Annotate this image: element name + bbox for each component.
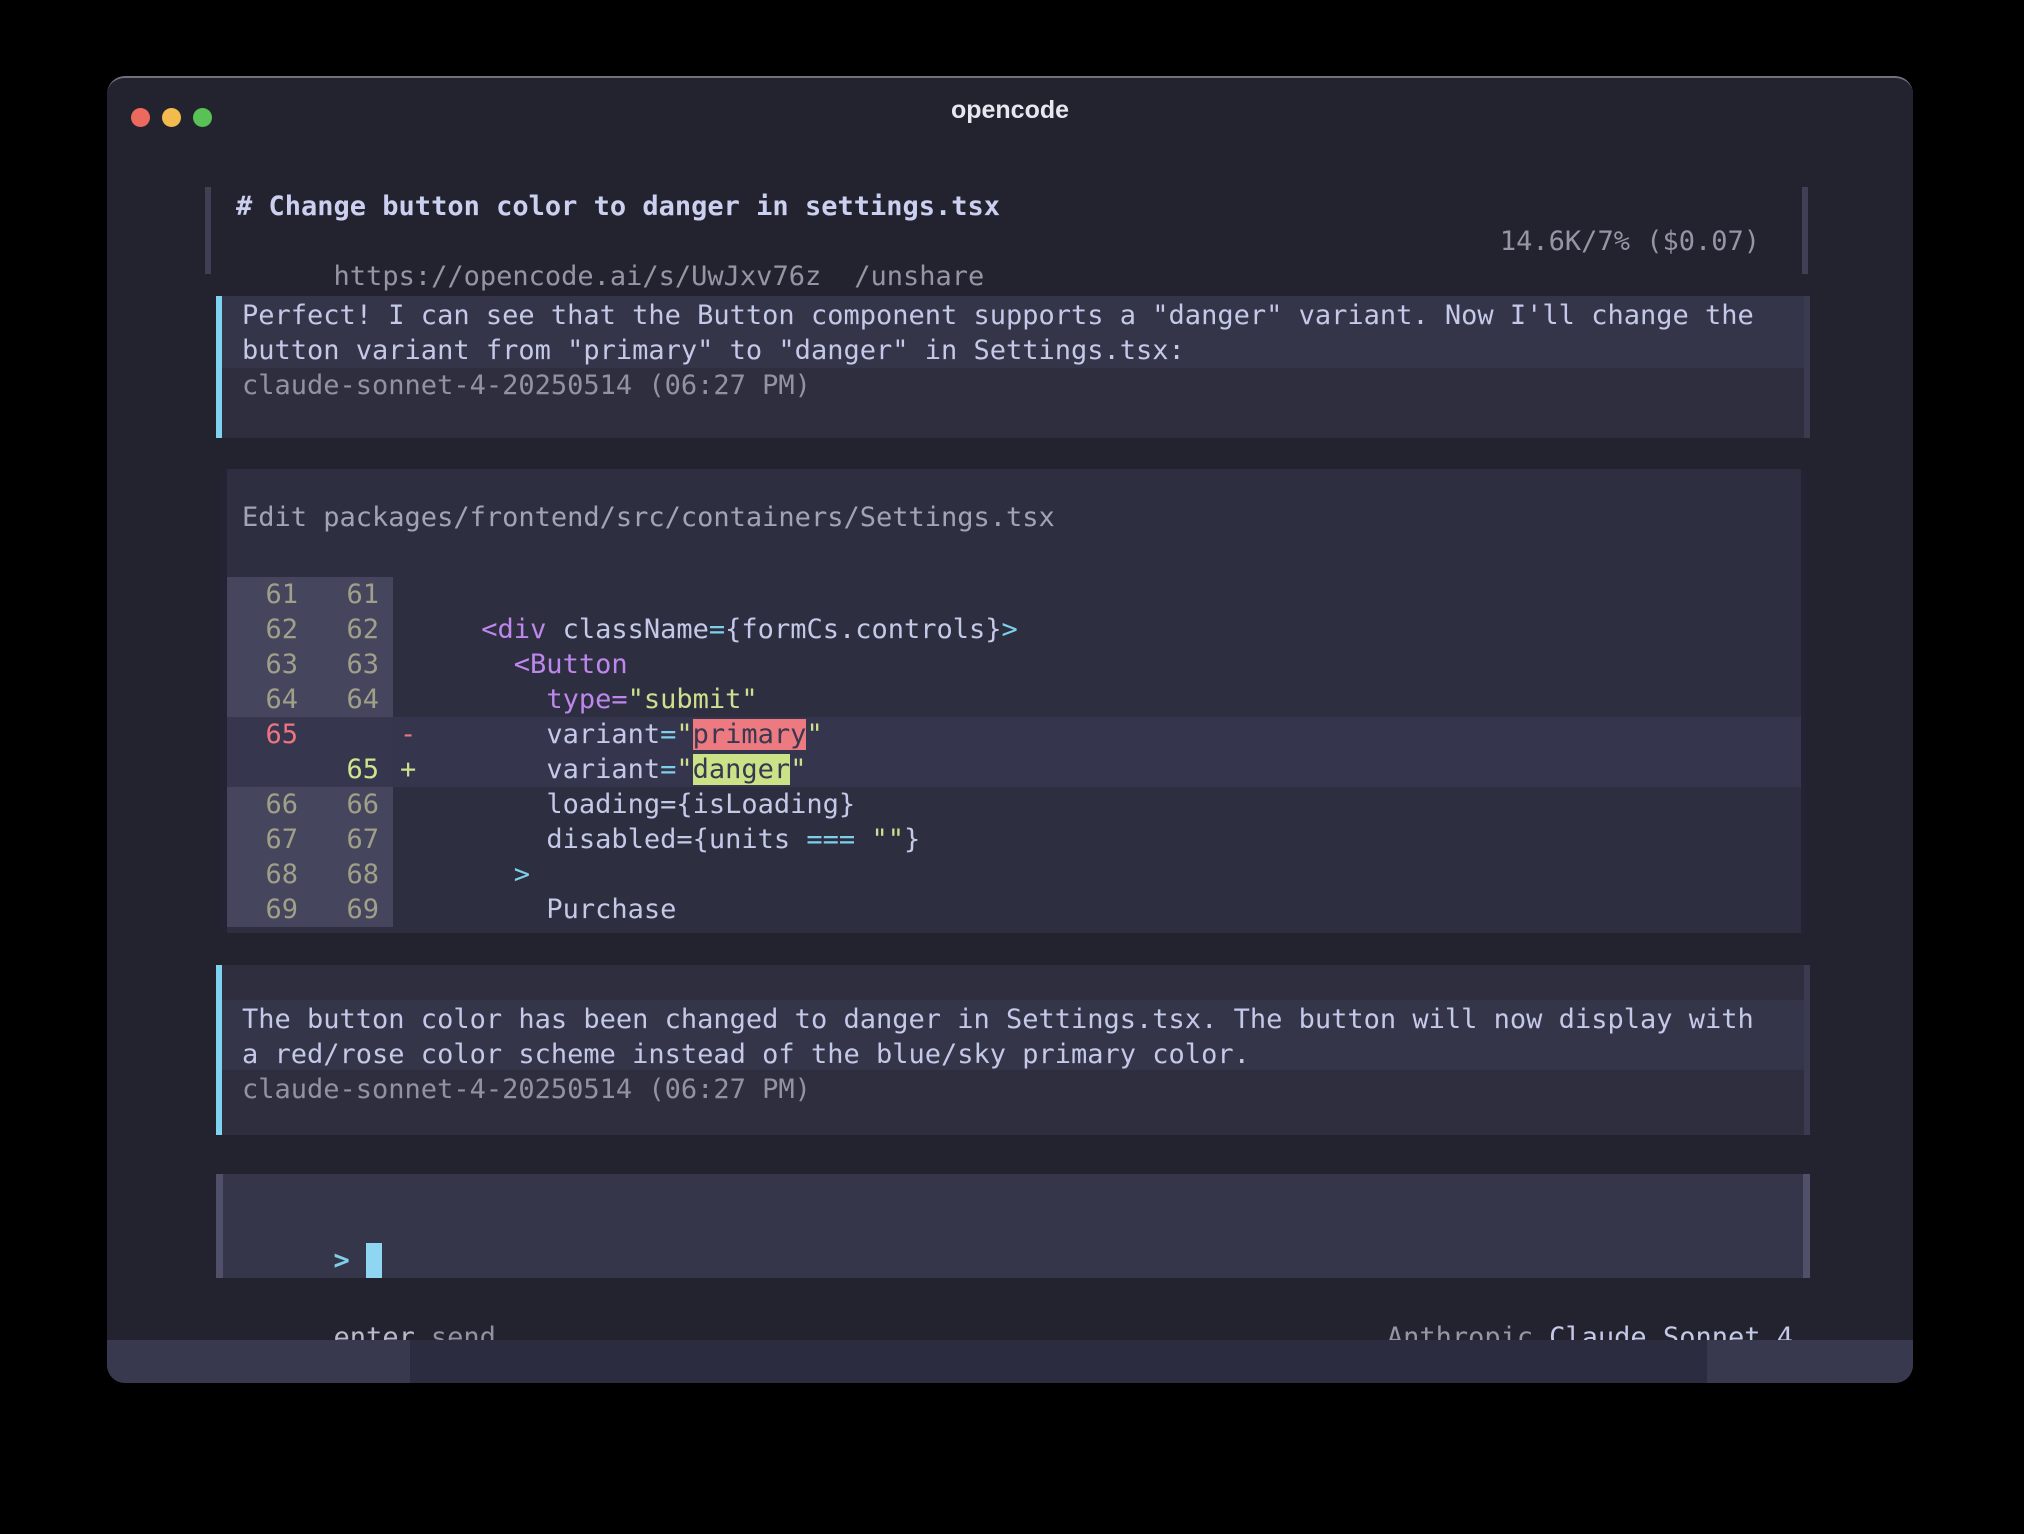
session-title: # Change button color to danger in setti… bbox=[236, 189, 1000, 224]
diff-rows: 6161 6262 <div className={formCs.control… bbox=[227, 577, 1801, 927]
old-line-number: 66 bbox=[227, 787, 312, 822]
diff-code-line: <Button bbox=[393, 647, 1801, 682]
status-bar: opencodev0.3.11 ~/Desktop/Projects/demo-… bbox=[107, 1340, 1913, 1383]
header-right-border bbox=[1802, 187, 1808, 274]
session-header: # Change button color to danger in setti… bbox=[205, 187, 1808, 274]
diff-row-context: 6969 Purchase bbox=[227, 892, 1801, 927]
build-mode-badge: BUILDMODE bbox=[1707, 1340, 1913, 1383]
new-line-number: 63 bbox=[312, 647, 393, 682]
prompt-symbol: > bbox=[334, 1245, 350, 1276]
text-cursor bbox=[366, 1243, 382, 1278]
diff-row-deleted: 65 - variant="primary" bbox=[227, 717, 1801, 752]
hint-row: entersend AnthropicClaude Sonnet 4 bbox=[107, 1285, 1913, 1320]
edit-tool-title: Edit packages/frontend/src/containers/Se… bbox=[242, 500, 1055, 535]
new-line-number: 62 bbox=[312, 612, 393, 647]
new-line-number: 61 bbox=[312, 577, 393, 612]
edit-tool-block: Edit packages/frontend/src/containers/Se… bbox=[222, 469, 1806, 933]
old-line-number: 68 bbox=[227, 857, 312, 892]
message-text: a red/rose color scheme instead of the b… bbox=[242, 1037, 1800, 1072]
window-title: opencode bbox=[107, 84, 1913, 136]
addition-marker: + bbox=[400, 754, 433, 785]
context-marker bbox=[400, 614, 433, 645]
diff-code-line: > bbox=[393, 857, 1801, 892]
diff-code-line: disabled={units === ""} bbox=[393, 822, 1801, 857]
diff-code-line: <div className={formCs.controls}> bbox=[393, 612, 1801, 647]
context-marker bbox=[400, 859, 433, 890]
message-text: The button color has been changed to dan… bbox=[242, 1002, 1800, 1037]
tool-right-border bbox=[1801, 469, 1806, 933]
app-version-badge: opencodev0.3.11 bbox=[107, 1340, 410, 1383]
message-text: button variant from "primary" to "danger… bbox=[242, 333, 1800, 368]
diff-row-context: 6767 disabled={units === ""} bbox=[227, 822, 1801, 857]
old-line-number: 69 bbox=[227, 892, 312, 927]
new-line-number: 66 bbox=[312, 787, 393, 822]
message-accent-bar bbox=[216, 965, 222, 1135]
input-left-border bbox=[216, 1174, 223, 1278]
diff-code-line: type="submit" bbox=[393, 682, 1801, 717]
old-line-number bbox=[227, 752, 312, 787]
message-right-border bbox=[1804, 296, 1810, 438]
share-url[interactable]: https://opencode.ai/s/UwJxv76z bbox=[334, 261, 822, 292]
new-line-number bbox=[312, 717, 393, 752]
new-line-number: 67 bbox=[312, 822, 393, 857]
new-line-number: 64 bbox=[312, 682, 393, 717]
diff-code-line: - variant="primary" bbox=[393, 717, 1801, 752]
old-line-number: 61 bbox=[227, 577, 312, 612]
old-line-number: 67 bbox=[227, 822, 312, 857]
context-marker bbox=[400, 649, 433, 680]
diff-code-line: + variant="danger" bbox=[393, 752, 1801, 787]
assistant-message: Perfect! I can see that the Button compo… bbox=[216, 296, 1810, 438]
old-line-number: 62 bbox=[227, 612, 312, 647]
diff-code-line bbox=[393, 577, 1801, 612]
message-text: Perfect! I can see that the Button compo… bbox=[242, 298, 1800, 333]
unshare-command[interactable]: /unshare bbox=[854, 261, 984, 292]
message-right-border bbox=[1804, 965, 1810, 1135]
new-line-number: 69 bbox=[312, 892, 393, 927]
token-usage: 14.6K/7% ($0.07) bbox=[1500, 224, 1760, 259]
diff-row-added: 65+ variant="danger" bbox=[227, 752, 1801, 787]
diff-row-context: 6666 loading={isLoading} bbox=[227, 787, 1801, 822]
diff-code-line: Purchase bbox=[393, 892, 1801, 927]
diff-row-context: 6868 > bbox=[227, 857, 1801, 892]
app-window: opencode # Change button color to danger… bbox=[107, 76, 1913, 1383]
diff-row-context: 6161 bbox=[227, 577, 1801, 612]
context-marker bbox=[400, 894, 433, 925]
message-accent-bar bbox=[216, 296, 222, 438]
old-line-number: 64 bbox=[227, 682, 312, 717]
prompt-input[interactable]: > bbox=[216, 1174, 1810, 1278]
input-right-border bbox=[1803, 1174, 1810, 1278]
new-line-number: 65 bbox=[312, 752, 393, 787]
diff-row-context: 6262 <div className={formCs.controls}> bbox=[227, 612, 1801, 647]
header-left-border bbox=[205, 187, 211, 274]
context-marker bbox=[400, 579, 433, 610]
diff-code-line: loading={isLoading} bbox=[393, 787, 1801, 822]
context-marker bbox=[400, 684, 433, 715]
new-line-number: 68 bbox=[312, 857, 393, 892]
context-marker bbox=[400, 824, 433, 855]
diff-row-context: 6464 type="submit" bbox=[227, 682, 1801, 717]
context-marker bbox=[400, 789, 433, 820]
message-meta: claude-sonnet-4-20250514 (06:27 PM) bbox=[242, 368, 1800, 403]
assistant-message: The button color has been changed to dan… bbox=[216, 965, 1810, 1135]
window-titlebar: opencode bbox=[107, 78, 1913, 136]
message-meta: claude-sonnet-4-20250514 (06:27 PM) bbox=[242, 1072, 1800, 1107]
old-line-number: 65 bbox=[227, 717, 312, 752]
old-line-number: 63 bbox=[227, 647, 312, 682]
diff-row-context: 6363 <Button bbox=[227, 647, 1801, 682]
deletion-marker: - bbox=[400, 719, 433, 750]
